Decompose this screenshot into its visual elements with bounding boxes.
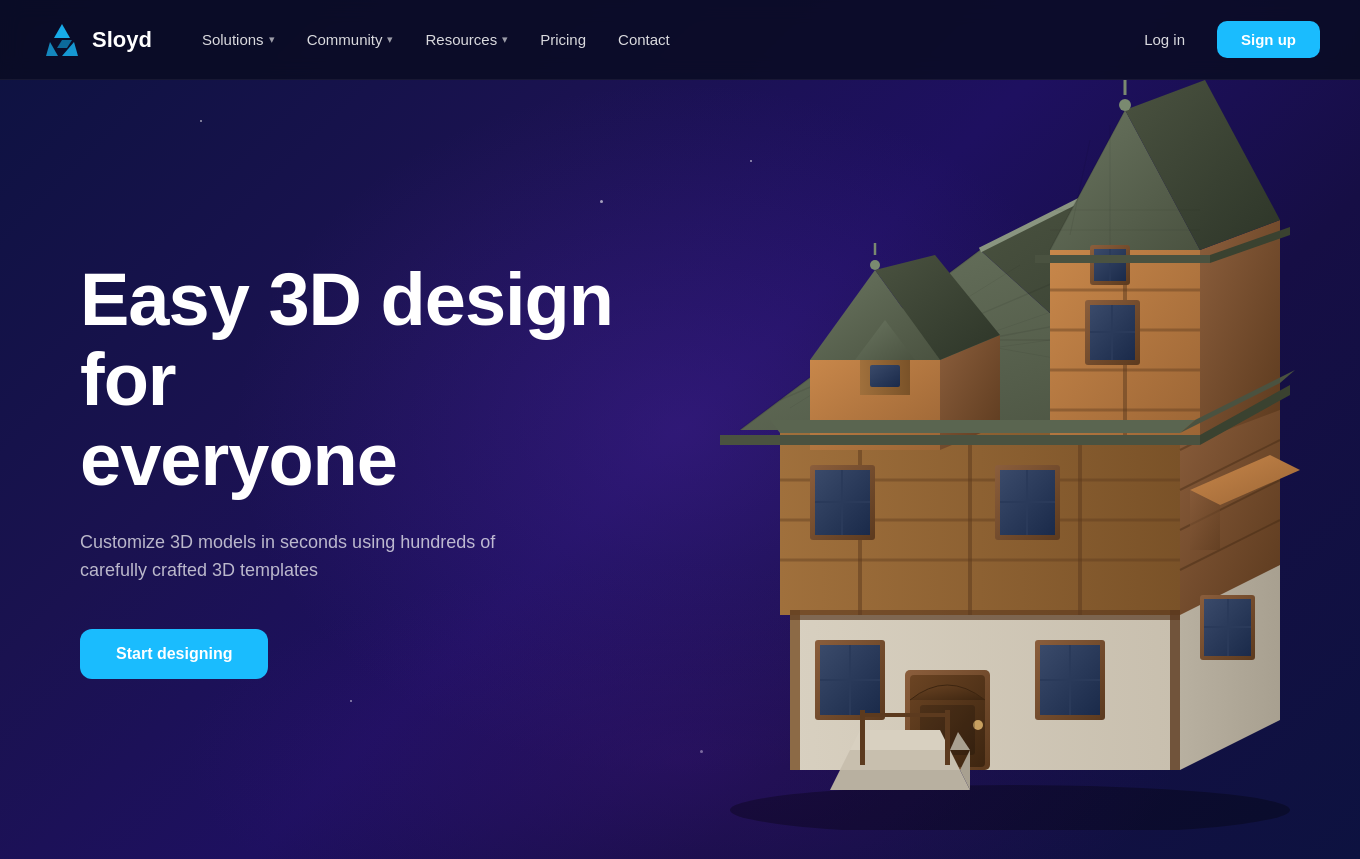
hero-section: Easy 3D design for everyone Customize 3D… [0, 0, 1360, 859]
nav-pricing-label: Pricing [540, 31, 586, 48]
top-beam [790, 610, 1180, 620]
ground-shadow [730, 785, 1290, 830]
hero-subtitle: Customize 3D models in seconds using hun… [80, 528, 560, 586]
building-illustration [660, 50, 1360, 830]
nav-left: Sloyd Solutions ▾ Community ▾ Resources … [40, 18, 684, 62]
logo-text: Sloyd [92, 27, 152, 53]
corner-beam [790, 610, 800, 770]
logo-icon [40, 18, 84, 62]
start-designing-button[interactable]: Start designing [80, 629, 268, 679]
nav-item-contact[interactable]: Contact [604, 23, 684, 56]
chevron-down-icon: ▾ [502, 33, 508, 46]
chevron-down-icon: ▾ [269, 33, 275, 46]
stair-2 [840, 750, 960, 770]
hero-content: Easy 3D design for everyone Customize 3D… [0, 180, 620, 679]
hero-title: Easy 3D design for everyone [80, 260, 620, 500]
login-button[interactable]: Log in [1128, 23, 1201, 56]
logo[interactable]: Sloyd [40, 18, 152, 62]
nav-resources-label: Resources [425, 31, 497, 48]
chevron-down-icon: ▾ [387, 33, 393, 46]
nav-contact-label: Contact [618, 31, 670, 48]
nav-links: Solutions ▾ Community ▾ Resources ▾ Pric… [188, 23, 684, 56]
hero-visual [660, 50, 1360, 810]
tower-finial [1119, 99, 1131, 111]
nav-solutions-label: Solutions [202, 31, 264, 48]
star-decoration [200, 120, 202, 122]
ledge [770, 420, 1195, 433]
dormer-window [870, 365, 900, 387]
star-decoration [350, 700, 352, 702]
nav-item-resources[interactable]: Resources ▾ [411, 23, 522, 56]
railing-post [945, 710, 950, 765]
nav-community-label: Community [307, 31, 383, 48]
eave-main [720, 435, 1200, 445]
railing-post [860, 710, 865, 765]
stair-1 [830, 770, 970, 790]
nav-right: Log in Sign up [1128, 21, 1320, 58]
nav-item-pricing[interactable]: Pricing [526, 23, 600, 56]
corner-beam [1170, 610, 1180, 770]
signup-button[interactable]: Sign up [1217, 21, 1320, 58]
eave-tower [1035, 255, 1210, 263]
small-tower-finial [870, 260, 880, 270]
nav-item-solutions[interactable]: Solutions ▾ [188, 23, 289, 56]
nav-item-community[interactable]: Community ▾ [293, 23, 408, 56]
navbar: Sloyd Solutions ▾ Community ▾ Resources … [0, 0, 1360, 80]
